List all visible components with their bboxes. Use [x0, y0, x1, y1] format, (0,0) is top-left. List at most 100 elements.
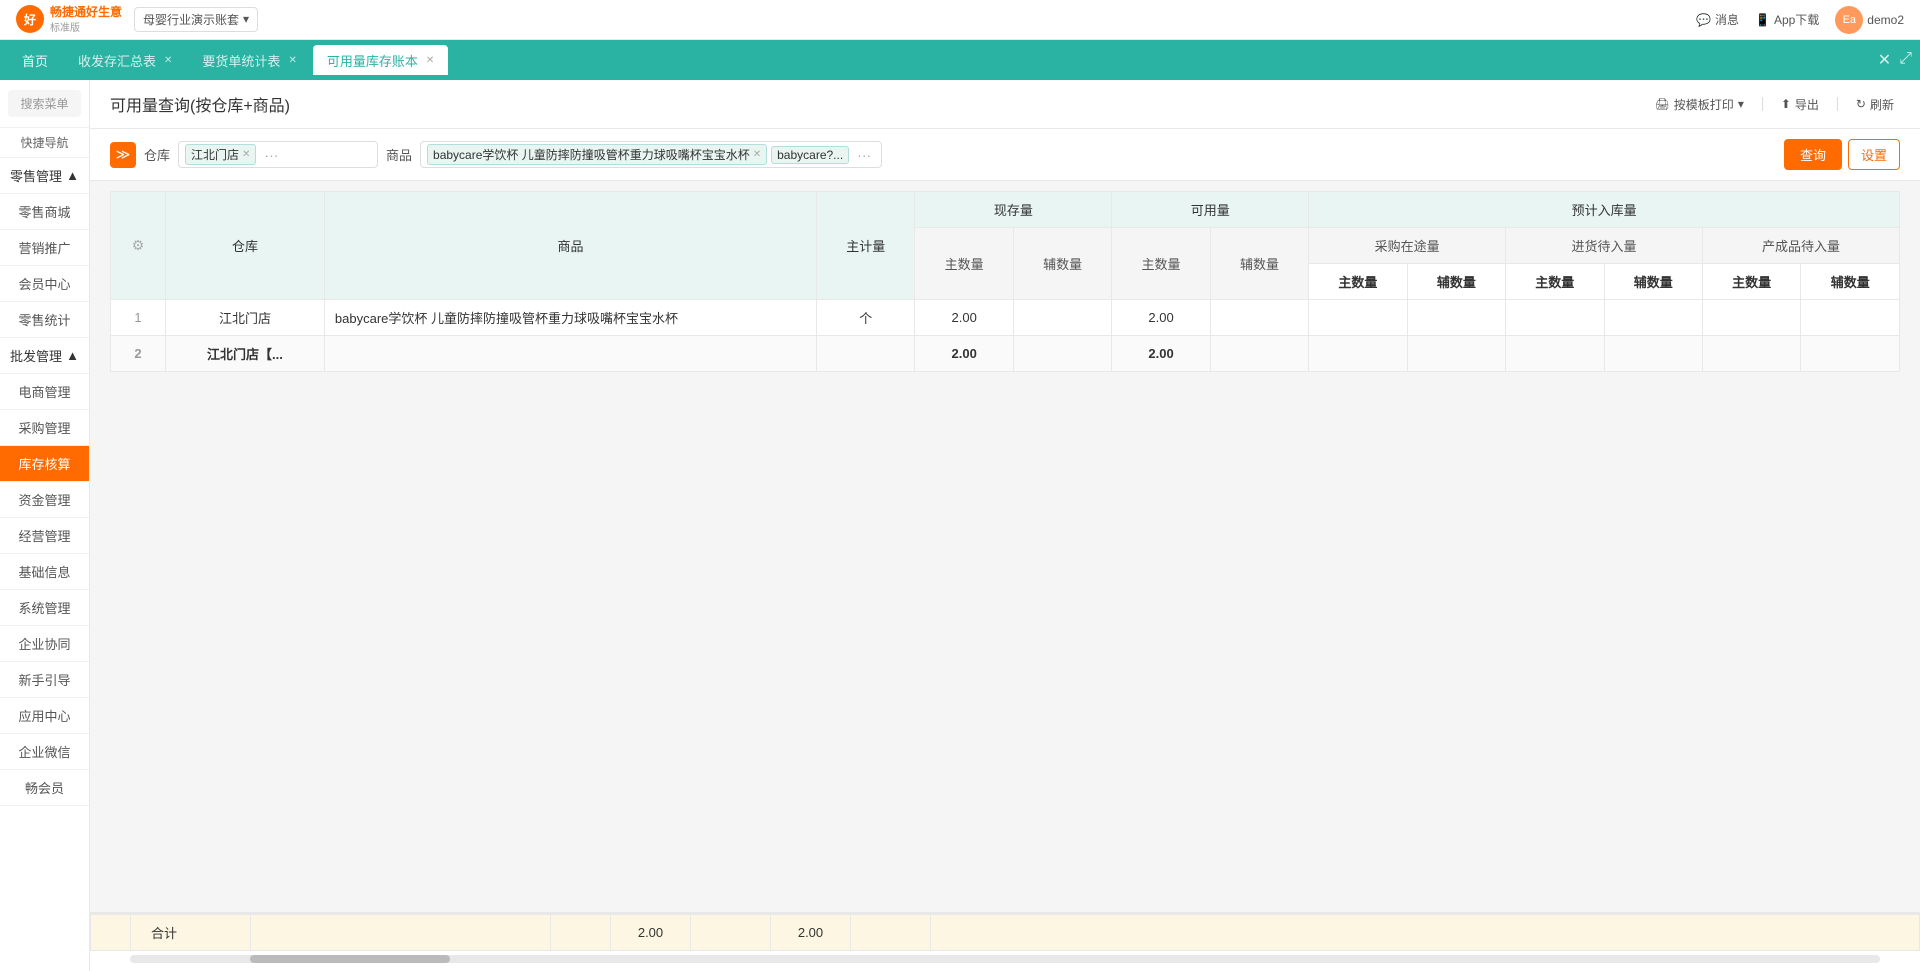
product-tag-1-remove[interactable]: ✕: [753, 149, 761, 160]
row-in-aux-2: [1604, 336, 1702, 372]
app-download-button[interactable]: 📱 App下载: [1755, 11, 1819, 28]
sidebar-group-wholesale: 批发管理 ▲: [0, 338, 89, 374]
col-product: 商品: [324, 192, 816, 300]
sidebar-item-finance[interactable]: 资金管理: [0, 482, 89, 518]
row-avail-aux-2: [1210, 336, 1308, 372]
user-menu[interactable]: Ea demo2: [1835, 6, 1904, 34]
col-stock-aux: 辅数量: [1013, 228, 1111, 300]
print-chevron-icon: ▾: [1738, 97, 1744, 111]
company-name: 母婴行业演示账套: [143, 11, 239, 28]
horizontal-scrollbar-track[interactable]: [130, 955, 1880, 963]
sidebar-item-member-service[interactable]: 畅会员: [0, 770, 89, 806]
export-button[interactable]: ⬆ 导出: [1775, 93, 1825, 116]
footer-table: 合计 2.00 2.00: [90, 914, 1920, 951]
product-ellipsis: ···: [857, 147, 871, 163]
tab-receipts-label: 收发存汇总表: [78, 51, 156, 70]
table-row: 1 江北门店 babycare学饮杯 儿童防摔防撞吸管杯重力球吸嘴杯宝宝水杯 个…: [111, 300, 1900, 336]
row-pur-aux-1: [1407, 300, 1505, 336]
sidebar-item-retail-stats[interactable]: 零售统计: [0, 302, 89, 338]
search-menu-button[interactable]: 搜索菜单: [8, 90, 81, 117]
app-icon: 📱: [1755, 13, 1770, 27]
sidebar-item-newbie[interactable]: 新手引导: [0, 662, 89, 698]
sidebar-item-inventory[interactable]: 库存核算: [0, 446, 89, 482]
tab-available-inventory[interactable]: 可用量库存账本 ✕: [313, 45, 448, 75]
sidebar-item-wxwork[interactable]: 企业微信: [0, 734, 89, 770]
print-button[interactable]: 🖨 按模板打印 ▾: [1649, 93, 1750, 116]
tab-receipts-close[interactable]: ✕: [164, 55, 172, 66]
sidebar-item-system[interactable]: 系统管理: [0, 590, 89, 626]
product-filter-tags[interactable]: babycare学饮杯 儿童防摔防撞吸管杯重力球吸嘴杯宝宝水杯 ✕ babyca…: [420, 141, 882, 168]
col-prod-group: 产成品待入量: [1702, 228, 1899, 264]
sidebar-item-enterprise[interactable]: 企业协同: [0, 626, 89, 662]
sidebar-item-appstore[interactable]: 应用中心: [0, 698, 89, 734]
sidebar-search-area: 搜索菜单: [0, 80, 89, 128]
chevron-down-icon: ▾: [243, 12, 249, 26]
sidebar-item-retail-mall[interactable]: 零售商城: [0, 194, 89, 230]
product-filter-label: 商品: [386, 145, 412, 164]
product-tag-1-text: babycare学饮杯 儿童防摔防撞吸管杯重力球吸嘴杯宝宝水杯: [433, 146, 750, 163]
row-pur-main-1: [1309, 300, 1407, 336]
footer-rest: [931, 915, 1920, 951]
nav-expand-icon[interactable]: ⤢: [1899, 50, 1912, 70]
footer-total-label: 合计: [131, 915, 251, 951]
footer-stock-main: 2.00: [611, 915, 691, 951]
table-footer: 合计 2.00 2.00: [90, 912, 1920, 951]
row-stock-aux-1: [1013, 300, 1111, 336]
sidebar-group-retail-label: 零售管理: [10, 166, 62, 185]
col-in-aux: 辅数量: [1604, 264, 1702, 300]
row-avail-aux-1: [1210, 300, 1308, 336]
setting-button[interactable]: 设置: [1848, 139, 1900, 170]
sidebar-group-wholesale-header[interactable]: 批发管理 ▲: [0, 338, 89, 374]
warehouse-ellipsis: ···: [264, 147, 278, 163]
refresh-icon: ↻: [1856, 97, 1866, 111]
col-prod-aux: 辅数量: [1801, 264, 1900, 300]
gear-icon[interactable]: ⚙: [132, 237, 145, 253]
tab-order-stats-close[interactable]: ✕: [288, 55, 296, 66]
export-icon: ⬆: [1781, 97, 1791, 111]
username: demo2: [1867, 13, 1904, 27]
product-tag-2: babycare?...: [771, 146, 849, 164]
logo-text: 畅捷通好生意: [50, 5, 122, 19]
sidebar-item-members[interactable]: 会员中心: [0, 266, 89, 302]
app-label: App下载: [1774, 11, 1819, 28]
logo-icon: 好: [16, 5, 44, 33]
expand-filter-button[interactable]: ≫: [110, 142, 136, 168]
sidebar-item-purchase[interactable]: 采购管理: [0, 410, 89, 446]
avatar: Ea: [1835, 6, 1863, 34]
query-button[interactable]: 查询: [1784, 139, 1842, 170]
tab-receipts[interactable]: 收发存汇总表 ✕: [64, 45, 186, 75]
main-layout: 搜索菜单 快捷导航 零售管理 ▲ 零售商城 营销推广 会员中心 零售统计 批发管…: [0, 80, 1920, 971]
sidebar-group-retail-header[interactable]: 零售管理 ▲: [0, 158, 89, 194]
sidebar-item-marketing[interactable]: 营销推广: [0, 230, 89, 266]
refresh-button[interactable]: ↻ 刷新: [1850, 93, 1900, 116]
sidebar-item-quick-nav[interactable]: 快捷导航: [0, 128, 89, 158]
col-unit: 主计量: [817, 192, 915, 300]
sidebar-item-basics[interactable]: 基础信息: [0, 554, 89, 590]
message-label: 消息: [1715, 11, 1739, 28]
refresh-label: 刷新: [1870, 96, 1894, 113]
tab-order-stats[interactable]: 要货单统计表 ✕: [188, 45, 310, 75]
sidebar-item-ecommerce[interactable]: 电商管理: [0, 374, 89, 410]
col-stock-main: 主数量: [915, 228, 1013, 300]
tab-available-inventory-close[interactable]: ✕: [426, 55, 434, 66]
row-prod-main-1: [1702, 300, 1800, 336]
warehouse-filter-tags[interactable]: 江北门店 ✕ ···: [178, 141, 378, 168]
sidebar-item-operations[interactable]: 经营管理: [0, 518, 89, 554]
col-gear[interactable]: ⚙: [111, 192, 166, 300]
message-button[interactable]: 💬 消息: [1696, 11, 1739, 28]
tab-home[interactable]: 首页: [8, 45, 62, 75]
logo-text-area: 畅捷通好生意 标准版: [50, 5, 122, 34]
chevron-up-icon: ▲: [66, 168, 79, 183]
row-unit-1: 个: [817, 300, 915, 336]
footer-unit-empty: [551, 915, 611, 951]
horizontal-scrollbar-thumb[interactable]: [250, 955, 450, 963]
col-incoming-sub-group: 进货待入量: [1506, 228, 1703, 264]
warehouse-tag-remove[interactable]: ✕: [242, 149, 250, 160]
company-selector[interactable]: 母婴行业演示账套 ▾: [134, 7, 258, 32]
row-num-2: 2: [111, 336, 166, 372]
col-warehouse: 仓库: [166, 192, 325, 300]
logo-area: 好 畅捷通好生意 标准版: [16, 5, 122, 34]
sidebar-group-retail: 零售管理 ▲ 零售商城 营销推广 会员中心 零售统计: [0, 158, 89, 338]
nav-close-icon[interactable]: ✕: [1878, 50, 1891, 70]
table-row: 2 江北门店【... 2.00 2.00: [111, 336, 1900, 372]
